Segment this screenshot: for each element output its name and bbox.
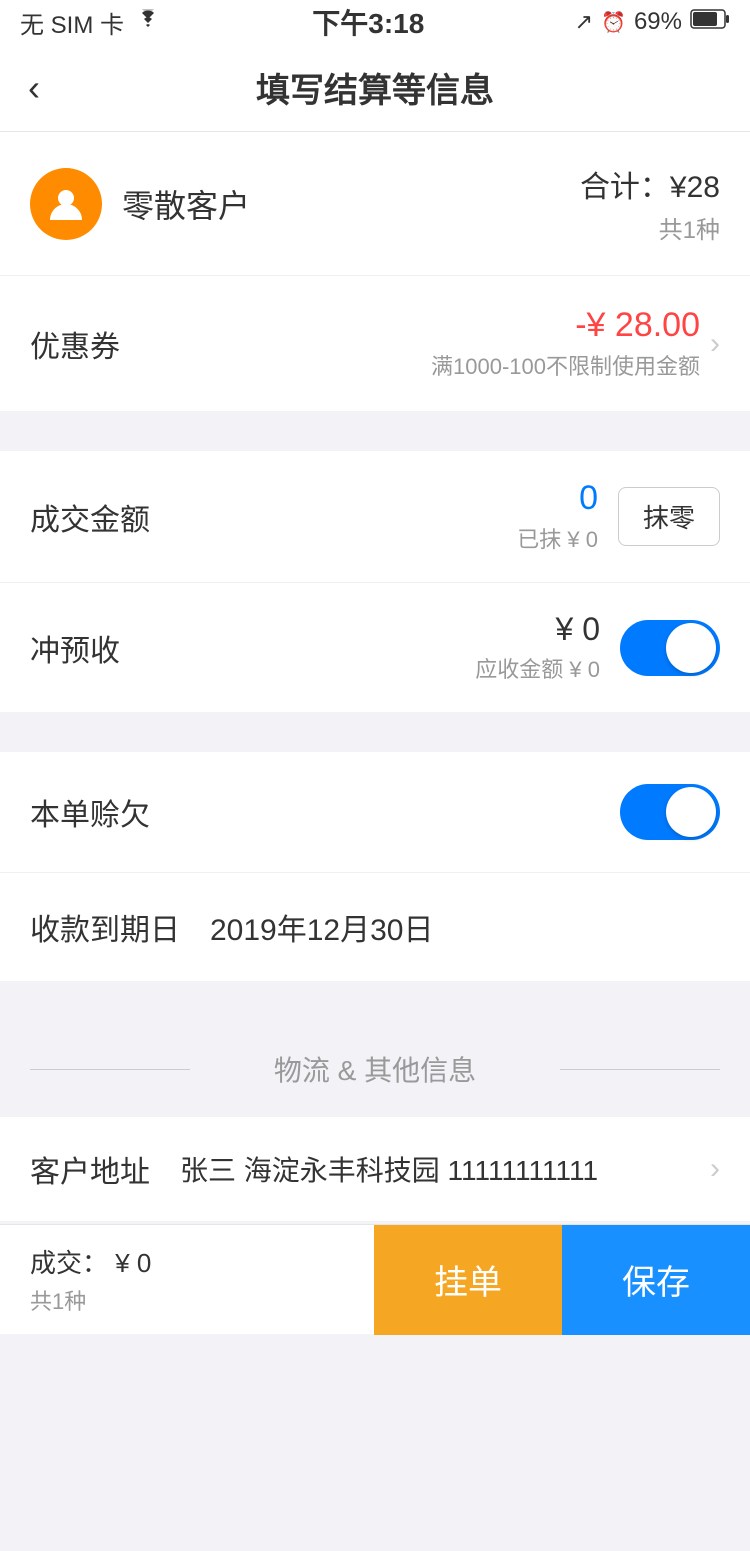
deal-amount-card: 成交金额 0 已抹 ¥ 0 抹零 冲预收 ¥ 0 应收金额 ¥ 0	[0, 451, 750, 712]
section-divider-3	[0, 1001, 750, 1021]
round-zero-button[interactable]: 抹零	[618, 487, 720, 546]
customer-name: 零散客户	[122, 181, 250, 227]
status-bar: 无 SIM 卡 下午3:18 ↗ ⏰ 69%	[0, 0, 750, 44]
deal-amount-label: 成交金额	[30, 495, 150, 539]
chevron-right-icon: ›	[710, 327, 720, 361]
coupon-discount: -¥ 28.00	[431, 306, 700, 345]
address-chevron-icon: ›	[710, 1152, 720, 1186]
due-date-row: 收款到期日 2019年12月30日	[0, 872, 750, 981]
coupon-right: -¥ 28.00 满1000-100不限制使用金额 ›	[431, 306, 720, 381]
due-date-value: 2019年12月30日	[210, 905, 433, 949]
customer-row: 零散客户 合计：¥28 共1种	[0, 132, 750, 275]
address-label: 客户地址	[30, 1147, 150, 1191]
time-text: 下午3:18	[312, 2, 424, 42]
battery-text: 69%	[634, 8, 682, 36]
customer-avatar	[30, 168, 102, 240]
deal-amount-sub: 已抹 ¥ 0	[517, 522, 598, 554]
carrier-text: 无 SIM 卡	[20, 5, 124, 40]
due-date-label: 收款到期日	[30, 905, 180, 949]
customer-left: 零散客户	[30, 168, 250, 240]
customer-card: 零散客户 合计：¥28 共1种 优惠券 -¥ 28.00 满1000-100不限…	[0, 132, 750, 411]
prepay-toggle[interactable]	[620, 620, 720, 676]
prepay-amount-block: ¥ 0 应收金额 ¥ 0	[475, 611, 600, 684]
coupon-description: 满1000-100不限制使用金额	[431, 349, 700, 381]
hang-button[interactable]: 挂单	[374, 1225, 562, 1335]
deal-amount-row: 成交金额 0 已抹 ¥ 0 抹零	[0, 451, 750, 583]
prepay-label: 冲预收	[30, 626, 120, 670]
nav-bar: ‹ 填写结算等信息	[0, 44, 750, 132]
address-card: 客户地址 张三 海淀永丰科技园 11111111111 ›	[0, 1117, 750, 1221]
debit-toggle[interactable]	[620, 784, 720, 840]
total-count: 共1种	[580, 210, 720, 245]
logistics-title: 物流 & 其他信息	[274, 1049, 476, 1089]
deal-amount-input[interactable]: 0	[517, 479, 598, 518]
prepay-right: ¥ 0 应收金额 ¥ 0	[475, 611, 720, 684]
customer-right: 合计：¥28 共1种	[580, 162, 720, 245]
location-icon: ↗	[575, 9, 593, 35]
status-right: ↗ ⏰ 69%	[575, 8, 730, 36]
address-row[interactable]: 客户地址 张三 海淀永丰科技园 11111111111 ›	[0, 1117, 750, 1221]
total-amount: 合计：¥28	[580, 162, 720, 206]
bottom-summary: 成交： ¥ 0 共1种	[0, 1243, 374, 1316]
debit-row: 本单赊欠	[0, 752, 750, 872]
back-button[interactable]: ‹	[28, 67, 40, 109]
bottom-bar: 成交： ¥ 0 共1种 挂单 保存	[0, 1224, 750, 1334]
prepay-amount: ¥ 0	[475, 611, 600, 648]
bottom-summary-amount: 成交： ¥ 0	[30, 1243, 344, 1280]
wifi-icon	[134, 8, 162, 36]
page-title: 填写结算等信息	[256, 63, 494, 112]
prepay-row: 冲预收 ¥ 0 应收金额 ¥ 0	[0, 583, 750, 712]
coupon-value-block: -¥ 28.00 满1000-100不限制使用金额	[431, 306, 700, 381]
deal-amount-right: 0 已抹 ¥ 0 抹零	[517, 479, 720, 554]
section-divider-1	[0, 431, 750, 451]
logistics-header: 物流 & 其他信息	[0, 1021, 750, 1117]
debit-label: 本单赊欠	[30, 790, 150, 834]
person-icon	[46, 184, 86, 224]
section-divider-2	[0, 732, 750, 752]
battery-icon	[690, 8, 730, 36]
deal-amount-value-block: 0 已抹 ¥ 0	[517, 479, 598, 554]
prepay-sub: 应收金额 ¥ 0	[475, 652, 600, 684]
coupon-label: 优惠券	[30, 322, 120, 366]
bottom-summary-count: 共1种	[30, 1284, 344, 1316]
debit-card: 本单赊欠 收款到期日 2019年12月30日	[0, 752, 750, 981]
address-value: 张三 海淀永丰科技园 11111111111	[180, 1149, 710, 1189]
save-button[interactable]: 保存	[562, 1225, 750, 1335]
coupon-row[interactable]: 优惠券 -¥ 28.00 满1000-100不限制使用金额 ›	[0, 275, 750, 411]
status-left: 无 SIM 卡	[20, 5, 162, 40]
alarm-icon: ⏰	[601, 10, 626, 35]
